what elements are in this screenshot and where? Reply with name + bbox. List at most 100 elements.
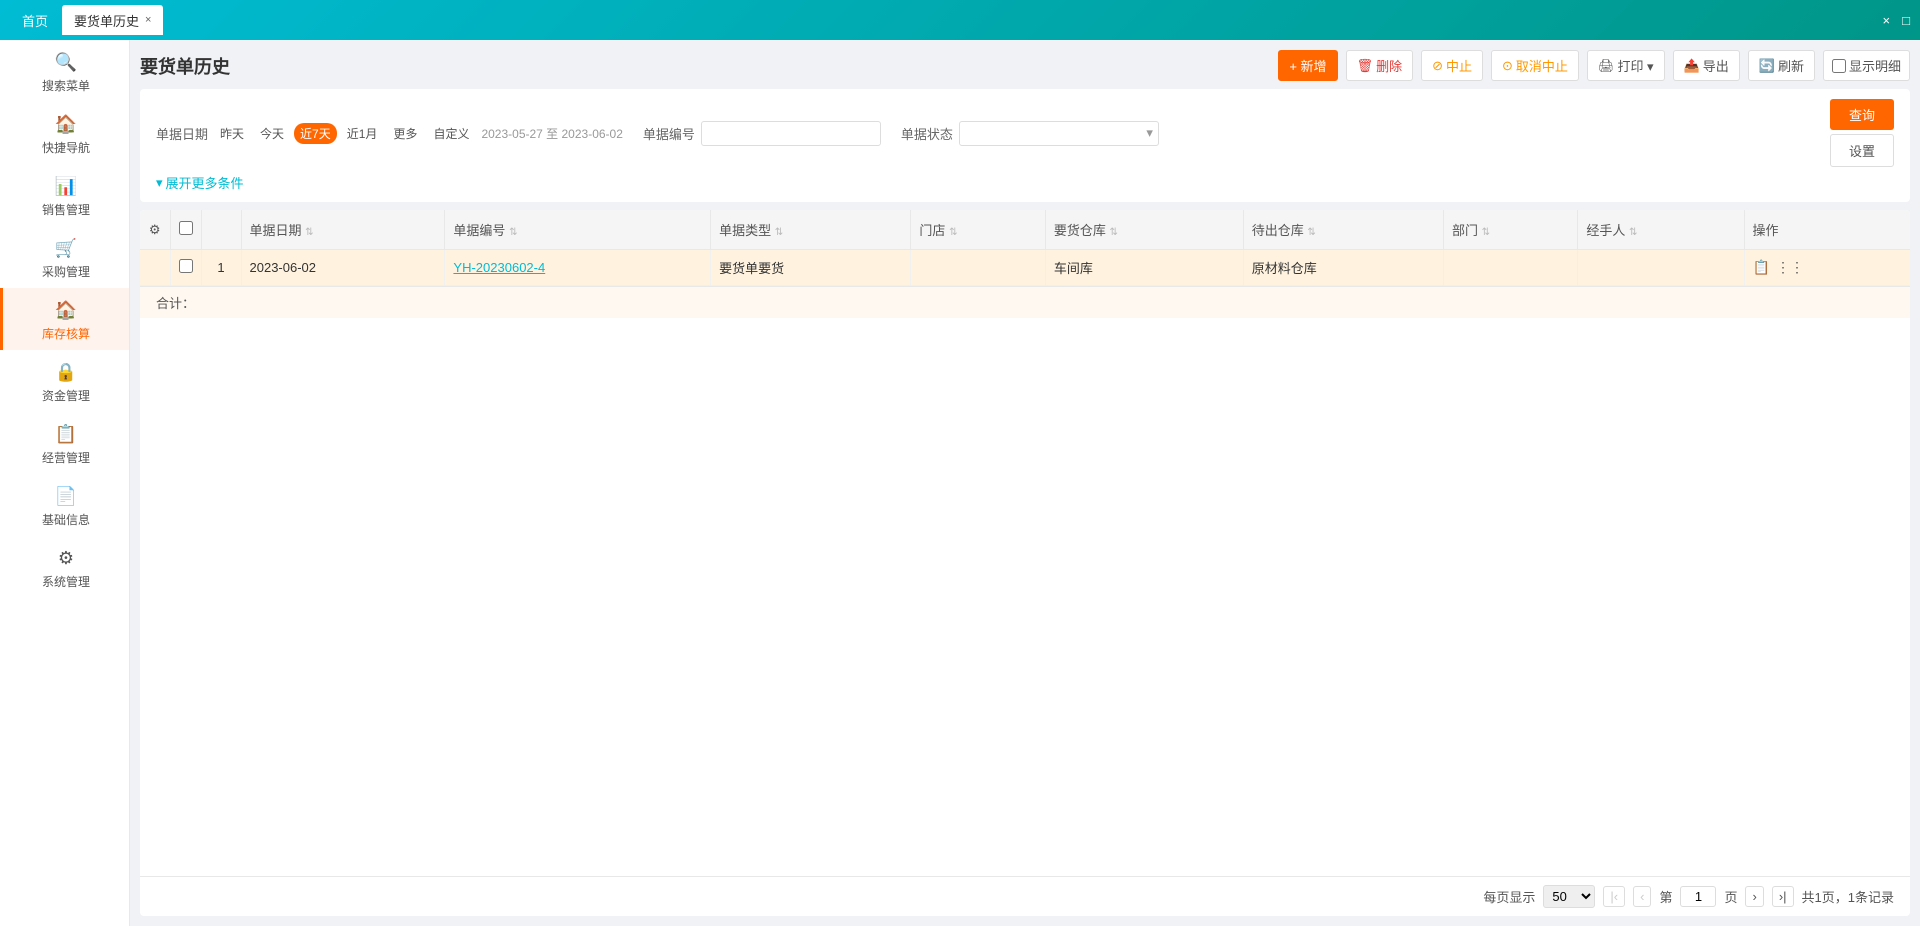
export-icon: 📤 (1684, 58, 1700, 74)
page-size-label: 每页显示 (1483, 887, 1535, 906)
col-pending-warehouse[interactable]: 待出仓库 ⇅ (1243, 210, 1443, 250)
col-doc-type-sort-icon: ⇅ (775, 227, 783, 238)
status-select[interactable] (959, 121, 1159, 146)
sidebar-item-finance-mgmt-label: 资金管理 (42, 387, 90, 404)
refresh-button-label: 刷新 (1778, 56, 1804, 75)
col-handler-label: 经手人 (1586, 223, 1625, 238)
top-bar-right: × □ (1883, 13, 1910, 28)
status-filter-label: 单据状态 (901, 124, 953, 143)
sidebar-item-sales-mgmt[interactable]: 📊 销售管理 (0, 164, 129, 226)
col-num (201, 210, 241, 250)
sidebar-item-operations-mgmt[interactable]: 📋 经营管理 (0, 412, 129, 474)
sidebar-item-purchase-mgmt[interactable]: 🛒 采购管理 (0, 226, 129, 288)
last-page-button[interactable]: ›| (1772, 886, 1794, 907)
date-shortcuts: 昨天 今天 近7天 近1月 更多 自定义 (214, 123, 475, 144)
filter-settings-button[interactable]: 设置 (1830, 134, 1894, 167)
date-shortcut-today[interactable]: 今天 (254, 123, 290, 144)
expand-more-icon: ▾ (156, 175, 163, 191)
status-filter-group: 单据状态 (901, 121, 1159, 146)
col-checkbox (170, 210, 201, 250)
total-info: 共1页，1条记录 (1802, 887, 1894, 906)
toolbar: + 新增 🗑 删除 ⊘ 中止 ⊙ 取消中止 🖨 打印 ▾ (1278, 50, 1910, 81)
col-req-warehouse[interactable]: 要货仓库 ⇅ (1045, 210, 1243, 250)
sidebar-item-quick-nav[interactable]: 🏠 快捷导航 (0, 102, 129, 164)
col-department-sort-icon: ⇅ (1482, 227, 1490, 238)
page-size-select[interactable]: 50 20 100 (1543, 885, 1595, 908)
table-row: 1 2023-06-02 YH-20230602-4 要货单要货 车间库 原材料… (140, 250, 1910, 286)
date-shortcut-custom[interactable]: 自定义 (427, 123, 475, 144)
sidebar-item-finance-mgmt[interactable]: 🔒 资金管理 (0, 350, 129, 412)
page-title: 要货单历史 (140, 53, 230, 79)
row-handler (1578, 250, 1744, 286)
query-button[interactable]: 查询 (1830, 99, 1894, 130)
row-department (1444, 250, 1578, 286)
col-store[interactable]: 门店 ⇅ (911, 210, 1045, 250)
col-store-label: 门店 (919, 223, 945, 238)
window-close-icon[interactable]: × (1883, 13, 1891, 28)
tab-requisition-history[interactable]: 要货单历史 × (62, 5, 163, 35)
col-doc-no-sort-icon: ⇅ (509, 227, 517, 238)
table-header-row: ⚙ 单据日期 ⇅ 单据编号 ⇅ (140, 210, 1910, 250)
date-shortcut-yesterday[interactable]: 昨天 (214, 123, 250, 144)
date-shortcut-1month[interactable]: 近1月 (341, 123, 384, 144)
col-doc-no[interactable]: 单据编号 ⇅ (445, 210, 711, 250)
sidebar-item-sales-mgmt-label: 销售管理 (42, 201, 90, 218)
basic-info-icon: 📄 (55, 486, 77, 507)
tab-home[interactable]: 首页 (10, 5, 60, 35)
delete-button[interactable]: 🗑 删除 (1346, 50, 1414, 81)
sidebar-item-search-menu[interactable]: 🔍 搜索菜单 (0, 40, 129, 102)
row-checkbox[interactable] (179, 259, 193, 273)
prev-page-button[interactable]: ‹ (1633, 886, 1651, 907)
col-date[interactable]: 单据日期 ⇅ (241, 210, 445, 250)
col-doc-no-label: 单据编号 (453, 223, 505, 238)
row-doc-type: 要货单要货 (711, 250, 911, 286)
sidebar-item-system-mgmt[interactable]: ⚙ 系统管理 (0, 536, 129, 598)
add-button[interactable]: + 新增 (1278, 50, 1337, 81)
col-req-warehouse-sort-icon: ⇅ (1109, 227, 1117, 238)
col-department[interactable]: 部门 ⇅ (1444, 210, 1578, 250)
print-button-label: 打印 ▾ (1617, 56, 1653, 75)
tab-requisition-history-label: 要货单历史 (74, 11, 139, 30)
print-icon: 🖨 (1598, 58, 1615, 74)
display-detail-checkbox[interactable] (1832, 59, 1846, 73)
row-edit-icon[interactable]: 📋 (1753, 259, 1770, 276)
suspend-icon: ⊘ (1432, 58, 1443, 74)
page-input[interactable] (1680, 886, 1716, 907)
sidebar: 🔍 搜索菜单 🏠 快捷导航 📊 销售管理 🛒 采购管理 🏠 库存核算 🔒 资金管… (0, 40, 130, 926)
expand-more[interactable]: ▾ 展开更多条件 (156, 173, 1894, 192)
date-shortcut-7days[interactable]: 近7天 (294, 123, 337, 144)
select-all-checkbox[interactable] (179, 221, 193, 235)
expand-more-label: 展开更多条件 (166, 173, 244, 192)
col-date-label: 单据日期 (250, 223, 302, 238)
row-checkbox-cell (170, 250, 201, 286)
first-page-button[interactable]: |‹ (1603, 886, 1625, 907)
tab-close-icon[interactable]: × (145, 14, 151, 26)
date-shortcut-more[interactable]: 更多 (387, 123, 423, 144)
window-maximize-icon[interactable]: □ (1902, 13, 1910, 28)
quick-nav-icon: 🏠 (55, 114, 77, 135)
col-pending-warehouse-sort-icon: ⇅ (1307, 227, 1315, 238)
col-doc-type[interactable]: 单据类型 ⇅ (711, 210, 911, 250)
table-footer: 合计： (140, 286, 1910, 318)
suspend-button[interactable]: ⊘ 中止 (1421, 50, 1483, 81)
display-detail-button[interactable]: 显示明细 (1823, 50, 1910, 81)
export-button[interactable]: 📤 导出 (1673, 50, 1740, 81)
row-doc-no: YH-20230602-4 (445, 250, 711, 286)
print-button[interactable]: 🖨 打印 ▾ (1587, 50, 1665, 81)
action-icons: 📋 ⋮⋮ (1753, 259, 1902, 276)
tab-home-label: 首页 (22, 11, 48, 30)
cancel-suspend-button[interactable]: ⊙ 取消中止 (1491, 50, 1579, 81)
col-settings[interactable]: ⚙ (140, 210, 170, 250)
filter-actions: 查询 设置 (1830, 99, 1894, 167)
inventory-icon: 🏠 (55, 300, 77, 321)
next-page-button[interactable]: › (1745, 886, 1763, 907)
search-menu-icon: 🔍 (55, 52, 77, 73)
sidebar-item-basic-info[interactable]: 📄 基础信息 (0, 474, 129, 536)
cancel-suspend-button-label: 取消中止 (1516, 56, 1568, 75)
sidebar-item-inventory[interactable]: 🏠 库存核算 (0, 288, 129, 350)
row-doc-no-link[interactable]: YH-20230602-4 (453, 260, 545, 275)
refresh-button[interactable]: 🔄 刷新 (1748, 50, 1815, 81)
doc-no-input[interactable] (701, 121, 881, 146)
row-more-icon[interactable]: ⋮⋮ (1776, 259, 1804, 276)
col-handler[interactable]: 经手人 ⇅ (1578, 210, 1744, 250)
